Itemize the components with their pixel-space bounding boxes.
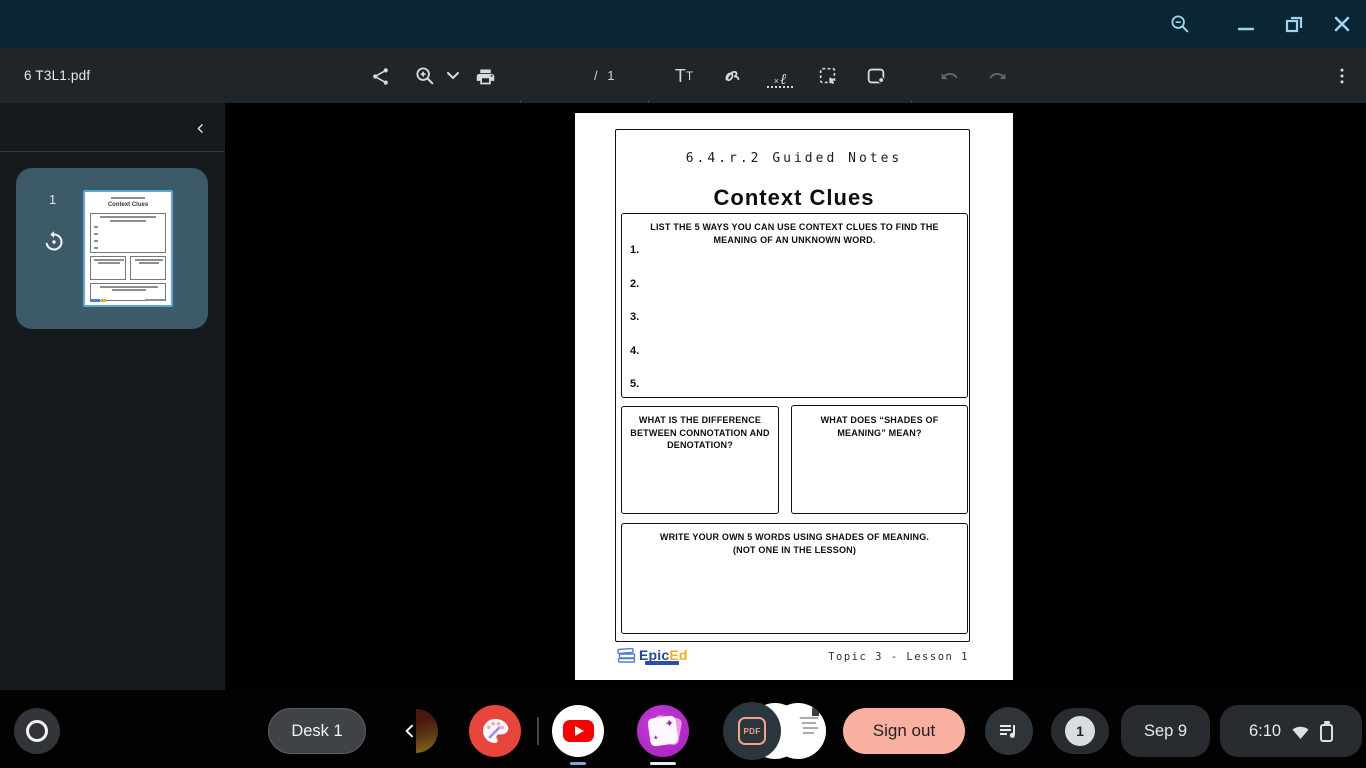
collapse-sidebar-icon[interactable] xyxy=(188,116,212,140)
chromeos-screen: 6 T3L1.pdf 1 / 1 TT ×ℓ xyxy=(0,0,1366,768)
card-shape: ✦ ✦ xyxy=(647,715,679,747)
shades-prompt: WHAT DOES “SHADES OF MEANING” MEAN? xyxy=(820,415,939,438)
partial-app-icon[interactable] xyxy=(416,709,438,753)
image-scan-icon[interactable] xyxy=(864,64,888,88)
date-label: Sep 9 xyxy=(1143,721,1188,740)
connotation-prompt: WHAT IS THE DIFFERENCE BETWEEN CONNOTATI… xyxy=(630,415,770,450)
draw-squiggle-icon[interactable] xyxy=(720,64,744,88)
list-number: 2. xyxy=(630,278,640,290)
pdf-toolbar: 6 T3L1.pdf 1 / 1 TT ×ℓ xyxy=(0,48,1366,144)
write-prompt-line1: WRITE YOUR OWN 5 WORDS USING SHADES OF M… xyxy=(659,532,930,542)
rotate-page-icon[interactable] xyxy=(42,230,66,254)
shelf-divider xyxy=(537,717,539,745)
shades-of-meaning-box: WHAT DOES “SHADES OF MEANING” MEAN? xyxy=(791,405,968,514)
text-annotation-icon[interactable]: TT xyxy=(672,64,696,88)
page-thumbnail-card[interactable]: 1 Context Clues xyxy=(16,168,208,329)
chromeos-shelf: Desk 1 ✦ ✦ PDF Sign out 1 Sep 9 6:10 xyxy=(0,690,1366,768)
youtube-running-indicator xyxy=(570,762,586,765)
viewer-area: 1 Context Clues 6.4.r.2 Guided Notes Con… xyxy=(0,103,1366,690)
page-total-label: / 1 xyxy=(594,68,618,83)
canvas-app-icon[interactable] xyxy=(469,705,521,757)
books-icon xyxy=(617,647,636,663)
thumbnail-page-preview: Context Clues xyxy=(83,190,173,307)
youtube-play-badge xyxy=(562,720,594,742)
connotation-box: WHAT IS THE DIFFERENCE BETWEEN CONNOTATI… xyxy=(621,406,779,514)
list-ways-prompt: LIST THE 5 WAYS YOU CAN USE CONTEXT CLUE… xyxy=(650,222,939,245)
play-triangle-icon xyxy=(574,726,584,736)
notification-counter[interactable]: 1 xyxy=(1051,708,1109,754)
logo-tagline-bar xyxy=(645,661,679,665)
pdf-app-icon[interactable]: PDF xyxy=(723,702,781,760)
status-tray[interactable]: 6:10 xyxy=(1220,705,1362,757)
desk-label: Desk 1 xyxy=(291,721,343,740)
signature-icon[interactable]: × ℓ xyxy=(767,64,793,88)
restore-window-icon[interactable] xyxy=(1282,12,1306,36)
list-number: 5. xyxy=(630,378,640,390)
minimize-window-icon[interactable] xyxy=(1234,12,1258,36)
thumbnail-sidebar: 1 Context Clues xyxy=(0,103,225,690)
zoom-in-icon[interactable] xyxy=(413,64,437,88)
battery-icon xyxy=(1320,720,1334,742)
close-window-icon[interactable] xyxy=(1330,12,1354,36)
youtube-app-icon[interactable] xyxy=(552,705,604,757)
desk-button[interactable]: Desk 1 xyxy=(268,708,366,754)
redo-icon[interactable] xyxy=(985,64,1009,88)
select-area-icon[interactable] xyxy=(816,64,840,88)
undo-icon[interactable] xyxy=(937,64,961,88)
print-icon[interactable] xyxy=(473,64,497,88)
sparkle-icon: ✦ xyxy=(664,717,675,731)
write-prompt-line2: (NOT ONE IN THE LESSON) xyxy=(732,544,857,555)
list-ways-box: LIST THE 5 WAYS YOU CAN USE CONTEXT CLUE… xyxy=(621,213,968,398)
worksheet-title: Context Clues xyxy=(713,185,875,210)
gallery-active-indicator xyxy=(650,762,676,765)
more-menu-icon[interactable] xyxy=(1330,64,1354,88)
launcher-button[interactable] xyxy=(14,708,60,754)
sign-out-button[interactable]: Sign out xyxy=(843,708,965,754)
gallery-app-icon[interactable]: ✦ ✦ xyxy=(637,705,689,757)
zoom-menu-caret-icon[interactable] xyxy=(441,64,465,88)
launcher-circle-icon xyxy=(26,720,48,742)
pdf-badge: PDF xyxy=(738,717,766,745)
thumbnail-page-number: 1 xyxy=(49,192,57,207)
time-label: 6:10 xyxy=(1248,721,1282,740)
sparkle-icon: ✦ xyxy=(652,734,660,743)
sidebar-divider xyxy=(0,151,225,152)
window-caption-bar xyxy=(0,0,1366,48)
sign-out-label: Sign out xyxy=(872,721,936,740)
zoom-out-window-icon[interactable] xyxy=(1168,12,1192,36)
write-your-own-box: WRITE YOUR OWN 5 WORDS USING SHADES OF M… xyxy=(621,523,968,634)
notification-count-badge: 1 xyxy=(1065,716,1095,746)
date-button[interactable]: Sep 9 xyxy=(1121,705,1210,757)
list-number: 1. xyxy=(630,244,640,256)
worksheet-header: 6.4.r.2 Guided Notes xyxy=(685,151,903,166)
list-number: 3. xyxy=(630,311,640,323)
topic-lesson-label: Topic 3 - Lesson 1 xyxy=(828,651,969,663)
epiced-logo: Epic Ed xyxy=(617,644,688,666)
file-name: 6 T3L1.pdf xyxy=(24,68,91,83)
list-number: 4. xyxy=(630,345,640,357)
wifi-icon xyxy=(1292,726,1309,739)
media-queue-icon[interactable] xyxy=(985,707,1033,755)
pdf-page: 6.4.r.2 Guided Notes Context Clues LIST … xyxy=(575,113,1013,680)
share-icon[interactable] xyxy=(368,64,392,88)
